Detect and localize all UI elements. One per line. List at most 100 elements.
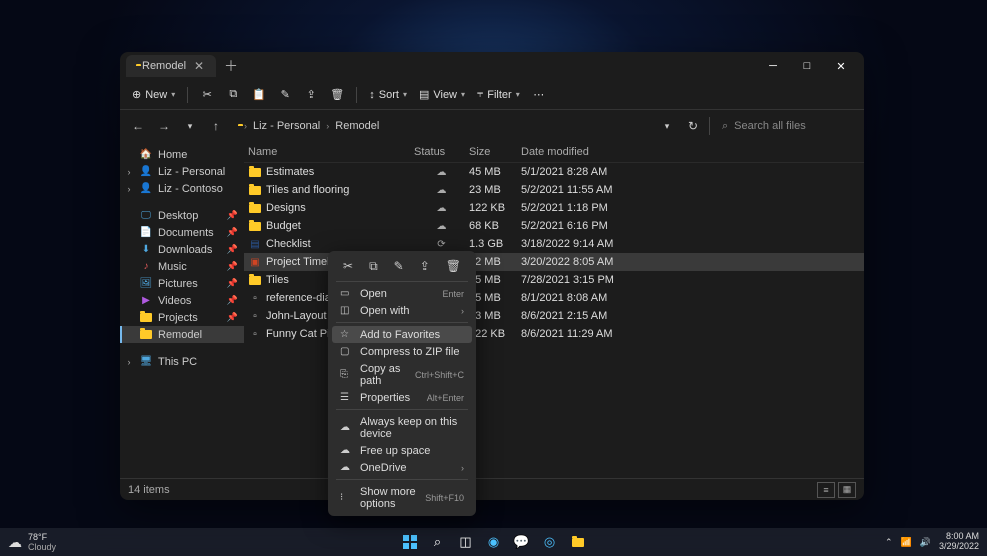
dropdown-icon[interactable]: ▾ — [657, 116, 677, 136]
share-icon[interactable]: ⇪ — [300, 84, 322, 106]
sidebar-item-documents[interactable]: 📄Documents📌 — [120, 224, 244, 241]
up-button[interactable]: ↑ — [206, 116, 226, 136]
toolbar: ⊕New▾ ✂ ⧉ 📋 ✎ ⇪ 🗑 ↕Sort▾ ▤View▾ ⫧Filter▾… — [120, 80, 864, 110]
file-size: 23 MB — [469, 184, 521, 196]
sidebar-item-music[interactable]: ♪Music📌 — [120, 258, 244, 275]
minimize-button[interactable]: ─ — [756, 52, 790, 80]
titlebar: Remodel ✕ ＋ ─ □ ✕ — [120, 52, 864, 80]
file-row[interactable]: Tiles and flooring☁23 MB5/2/2021 11:55 A… — [244, 181, 864, 199]
col-size[interactable]: Size — [469, 146, 521, 158]
copy-icon[interactable]: ⧉ — [369, 259, 378, 274]
window-tab[interactable]: Remodel ✕ — [126, 55, 216, 77]
pin-icon: 📌 — [227, 312, 238, 323]
task-view-button[interactable]: ◫ — [454, 530, 478, 554]
ctx-add-favorites[interactable]: ☆Add to Favorites — [332, 326, 472, 343]
view-button[interactable]: ▤View▾ — [415, 84, 469, 106]
more-icon[interactable]: ⋯ — [528, 84, 550, 106]
ctx-copy-path[interactable]: ⎘Copy as pathCtrl+Shift+C — [332, 360, 472, 389]
recent-chevron-icon[interactable]: ▾ — [180, 116, 200, 136]
weather-widget[interactable]: ☁ 78°F Cloudy — [0, 532, 64, 552]
pin-icon: 📌 — [227, 278, 238, 289]
file-size: 122 KB — [469, 202, 521, 214]
file-row[interactable]: Designs☁122 KB5/2/2021 1:18 PM — [244, 199, 864, 217]
file-date: 8/6/2021 11:29 AM — [521, 328, 864, 340]
refresh-button[interactable]: ↻ — [683, 116, 703, 136]
file-size: 122 KB — [469, 328, 521, 340]
volume-icon[interactable]: 🔊 — [920, 537, 931, 548]
file-date: 7/28/2021 3:15 PM — [521, 274, 864, 286]
edge-button[interactable]: ◎ — [538, 530, 562, 554]
breadcrumb[interactable]: › Liz - Personal › Remodel — [232, 120, 651, 132]
share-icon[interactable]: ⇪ — [420, 259, 430, 274]
col-name[interactable]: Name — [244, 146, 414, 158]
sidebar-item-this-pc[interactable]: ›🖥This PC — [120, 353, 244, 370]
ctx-free-space[interactable]: ☁Free up space — [332, 442, 472, 459]
delete-icon[interactable]: 🗑 — [326, 84, 348, 106]
home-icon: 🏠 — [140, 149, 152, 161]
close-button[interactable]: ✕ — [824, 52, 858, 80]
ctx-keep-device[interactable]: ☁Always keep on this device — [332, 413, 472, 442]
start-button[interactable] — [398, 530, 422, 554]
details-view-button[interactable]: ≡ — [817, 482, 835, 498]
file-name: Checklist — [266, 238, 414, 250]
maximize-button[interactable]: □ — [790, 52, 824, 80]
cloud-check-icon: ☁ — [340, 422, 352, 433]
cut-icon[interactable]: ✂ — [343, 259, 353, 274]
forward-button[interactable]: → — [154, 116, 174, 136]
add-tab-icon[interactable]: ＋ — [224, 56, 238, 76]
ctx-more-options[interactable]: ⁝Show more optionsShift+F10 — [332, 483, 472, 512]
sidebar-item-home[interactable]: 🏠Home — [120, 146, 244, 163]
rename-icon[interactable]: ✎ — [274, 84, 296, 106]
sidebar-item-liz-contoso[interactable]: ›👤Liz - Contoso — [120, 180, 244, 197]
sidebar-item-liz-personal[interactable]: ›👤Liz - Personal — [120, 163, 244, 180]
sidebar-item-downloads[interactable]: ⬇Downloads📌 — [120, 241, 244, 258]
file-row[interactable]: Budget☁68 KB5/2/2021 6:16 PM — [244, 217, 864, 235]
file-size: 23 MB — [469, 310, 521, 322]
documents-icon: 📄 — [140, 227, 152, 239]
widgets-button[interactable]: ◉ — [482, 530, 506, 554]
sidebar-item-projects[interactable]: Projects📌 — [120, 309, 244, 326]
sidebar: 🏠Home ›👤Liz - Personal ›👤Liz - Contoso 🖵… — [120, 142, 244, 478]
ctx-properties[interactable]: ☰PropertiesAlt+Enter — [332, 389, 472, 406]
sort-button[interactable]: ↕Sort▾ — [365, 84, 411, 106]
search-icon: ⌕ — [722, 120, 728, 133]
sidebar-item-remodel[interactable]: Remodel — [120, 326, 244, 343]
file-type-icon: ▣ — [248, 255, 262, 269]
ctx-open-with[interactable]: ◫Open with› — [332, 302, 472, 319]
rename-icon[interactable]: ✎ — [394, 259, 404, 274]
search-button[interactable]: ⌕ — [426, 530, 450, 554]
breadcrumb-leaf[interactable]: Remodel — [335, 120, 379, 132]
tray-chevron-icon[interactable]: ⌃ — [885, 537, 893, 548]
ctx-onedrive[interactable]: ☁OneDrive› — [332, 459, 472, 476]
ctx-open[interactable]: ▭OpenEnter — [332, 285, 472, 302]
tiles-view-button[interactable]: ▦ — [838, 482, 856, 498]
cut-icon[interactable]: ✂ — [196, 84, 218, 106]
sidebar-item-desktop[interactable]: 🖵Desktop📌 — [120, 207, 244, 224]
col-date[interactable]: Date modified — [521, 146, 864, 158]
close-tab-icon[interactable]: ✕ — [192, 59, 206, 73]
col-status[interactable]: Status — [414, 146, 469, 158]
item-count: 14 items — [128, 484, 170, 496]
search-input[interactable]: ⌕ Search all files — [716, 120, 856, 133]
explorer-button[interactable] — [566, 530, 590, 554]
ctx-compress-zip[interactable]: ▢Compress to ZIP file — [332, 343, 472, 360]
filter-button[interactable]: ⫧Filter▾ — [473, 84, 524, 106]
new-button[interactable]: ⊕New▾ — [128, 84, 179, 106]
onedrive-icon: ☁ — [340, 462, 352, 473]
breadcrumb-root[interactable]: Liz - Personal — [253, 120, 320, 132]
pin-icon: 📌 — [227, 261, 238, 272]
clock[interactable]: 8:00 AM 3/29/2022 — [939, 532, 979, 552]
back-button[interactable]: ← — [128, 116, 148, 136]
sidebar-item-pictures[interactable]: 🖼Pictures📌 — [120, 275, 244, 292]
file-row[interactable]: Estimates☁45 MB5/1/2021 8:28 AM — [244, 163, 864, 181]
delete-icon[interactable]: 🗑 — [446, 259, 461, 274]
pin-icon: 📌 — [227, 227, 238, 238]
file-size: 12 MB — [469, 256, 521, 268]
copy-icon[interactable]: ⧉ — [222, 84, 244, 106]
paste-icon[interactable]: 📋 — [248, 84, 270, 106]
wifi-icon[interactable]: 📶 — [901, 537, 912, 548]
file-date: 5/2/2021 1:18 PM — [521, 202, 864, 214]
sidebar-item-videos[interactable]: ▶Videos📌 — [120, 292, 244, 309]
folder-icon — [140, 312, 152, 324]
chat-button[interactable]: 💬 — [510, 530, 534, 554]
